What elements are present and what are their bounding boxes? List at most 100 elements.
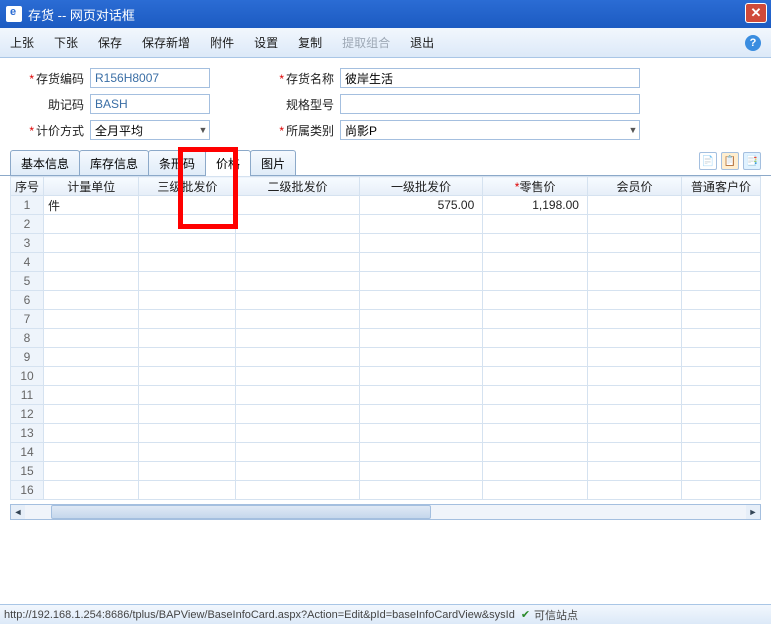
table-row[interactable]: 12 — [11, 405, 761, 424]
cell-p2[interactable] — [236, 462, 360, 481]
cell-normal[interactable] — [682, 196, 761, 215]
tab-image[interactable]: 图片 — [250, 150, 296, 175]
cell-unit[interactable] — [44, 481, 139, 500]
cell-normal[interactable] — [682, 424, 761, 443]
menu-copy[interactable]: 复制 — [288, 28, 332, 57]
cell-normal[interactable] — [682, 481, 761, 500]
cell-member[interactable] — [587, 234, 681, 253]
tool-icon-1[interactable]: 📄 — [699, 152, 717, 170]
name-input[interactable] — [340, 68, 640, 88]
tab-barcode[interactable]: 条形码 — [148, 150, 206, 175]
cell-p3[interactable] — [139, 405, 236, 424]
cell-unit[interactable] — [44, 367, 139, 386]
cell-p2[interactable] — [236, 367, 360, 386]
cell-p3[interactable] — [139, 386, 236, 405]
cell-normal[interactable] — [682, 367, 761, 386]
cell-p2[interactable] — [236, 310, 360, 329]
table-row[interactable]: 15 — [11, 462, 761, 481]
code-input[interactable] — [90, 68, 210, 88]
cell-p1[interactable] — [359, 291, 483, 310]
cell-member[interactable] — [587, 405, 681, 424]
table-row[interactable]: 5 — [11, 272, 761, 291]
cell-p1[interactable]: 575.00 — [359, 196, 483, 215]
cell-normal[interactable] — [682, 310, 761, 329]
scroll-thumb[interactable] — [51, 505, 431, 519]
cell-unit[interactable] — [44, 234, 139, 253]
cell-retail[interactable] — [483, 367, 588, 386]
table-row[interactable]: 1件575.001,198.00 — [11, 196, 761, 215]
cell-retail[interactable] — [483, 291, 588, 310]
cell-retail[interactable] — [483, 386, 588, 405]
cell-unit[interactable] — [44, 310, 139, 329]
cell-p1[interactable] — [359, 348, 483, 367]
cell-p2[interactable] — [236, 424, 360, 443]
cell-normal[interactable] — [682, 386, 761, 405]
tool-icon-3[interactable]: 📑 — [743, 152, 761, 170]
cell-p2[interactable] — [236, 386, 360, 405]
cell-normal[interactable] — [682, 405, 761, 424]
tab-price[interactable]: 价格 — [205, 150, 251, 176]
col-member[interactable]: 会员价 — [587, 177, 681, 196]
cell-unit[interactable] — [44, 291, 139, 310]
cell-unit[interactable] — [44, 405, 139, 424]
cell-p2[interactable] — [236, 291, 360, 310]
cell-p2[interactable] — [236, 234, 360, 253]
col-p3[interactable]: 三级批发价 — [139, 177, 236, 196]
cell-unit[interactable] — [44, 386, 139, 405]
cell-retail[interactable] — [483, 405, 588, 424]
menu-save[interactable]: 保存 — [88, 28, 132, 57]
cell-member[interactable] — [587, 253, 681, 272]
method-combo[interactable]: 全月平均▼ — [90, 120, 210, 140]
cell-retail[interactable] — [483, 253, 588, 272]
cell-retail[interactable] — [483, 234, 588, 253]
cell-p2[interactable] — [236, 272, 360, 291]
table-row[interactable]: 6 — [11, 291, 761, 310]
cell-p1[interactable] — [359, 234, 483, 253]
cell-retail[interactable] — [483, 443, 588, 462]
cell-unit[interactable] — [44, 272, 139, 291]
table-row[interactable]: 13 — [11, 424, 761, 443]
scroll-right-button[interactable]: ► — [746, 505, 760, 519]
cell-normal[interactable] — [682, 443, 761, 462]
cell-p2[interactable] — [236, 348, 360, 367]
col-unit[interactable]: 计量单位 — [44, 177, 139, 196]
cell-unit[interactable] — [44, 348, 139, 367]
cell-unit[interactable] — [44, 443, 139, 462]
cell-p3[interactable] — [139, 234, 236, 253]
cell-p3[interactable] — [139, 291, 236, 310]
tab-stock[interactable]: 库存信息 — [79, 150, 149, 175]
cell-p2[interactable] — [236, 405, 360, 424]
cell-p3[interactable] — [139, 462, 236, 481]
menu-next[interactable]: 下张 — [44, 28, 88, 57]
cell-unit[interactable] — [44, 215, 139, 234]
cell-retail[interactable] — [483, 310, 588, 329]
cell-p2[interactable] — [236, 253, 360, 272]
cell-p3[interactable] — [139, 424, 236, 443]
cell-p3[interactable] — [139, 215, 236, 234]
cell-unit[interactable] — [44, 462, 139, 481]
cell-p1[interactable] — [359, 481, 483, 500]
spec-input[interactable] — [340, 94, 640, 114]
cell-member[interactable] — [587, 424, 681, 443]
table-row[interactable]: 14 — [11, 443, 761, 462]
cell-member[interactable] — [587, 215, 681, 234]
cell-member[interactable] — [587, 367, 681, 386]
cell-retail[interactable] — [483, 481, 588, 500]
cell-member[interactable] — [587, 443, 681, 462]
cell-member[interactable] — [587, 291, 681, 310]
col-normal[interactable]: 普通客户价 — [682, 177, 761, 196]
cell-retail[interactable] — [483, 272, 588, 291]
cell-p2[interactable] — [236, 481, 360, 500]
price-grid[interactable]: 序号 计量单位 三级批发价 二级批发价 一级批发价 *零售价 会员价 普通客户价… — [10, 176, 761, 500]
tab-basic[interactable]: 基本信息 — [10, 150, 80, 175]
cell-p1[interactable] — [359, 215, 483, 234]
cell-p1[interactable] — [359, 253, 483, 272]
col-rownum[interactable]: 序号 — [11, 177, 44, 196]
menu-settings[interactable]: 设置 — [244, 28, 288, 57]
col-p1[interactable]: 一级批发价 — [359, 177, 483, 196]
table-row[interactable]: 2 — [11, 215, 761, 234]
cell-unit[interactable]: 件 — [44, 196, 139, 215]
menu-exit[interactable]: 退出 — [400, 28, 444, 57]
cell-p3[interactable] — [139, 329, 236, 348]
cell-p1[interactable] — [359, 405, 483, 424]
